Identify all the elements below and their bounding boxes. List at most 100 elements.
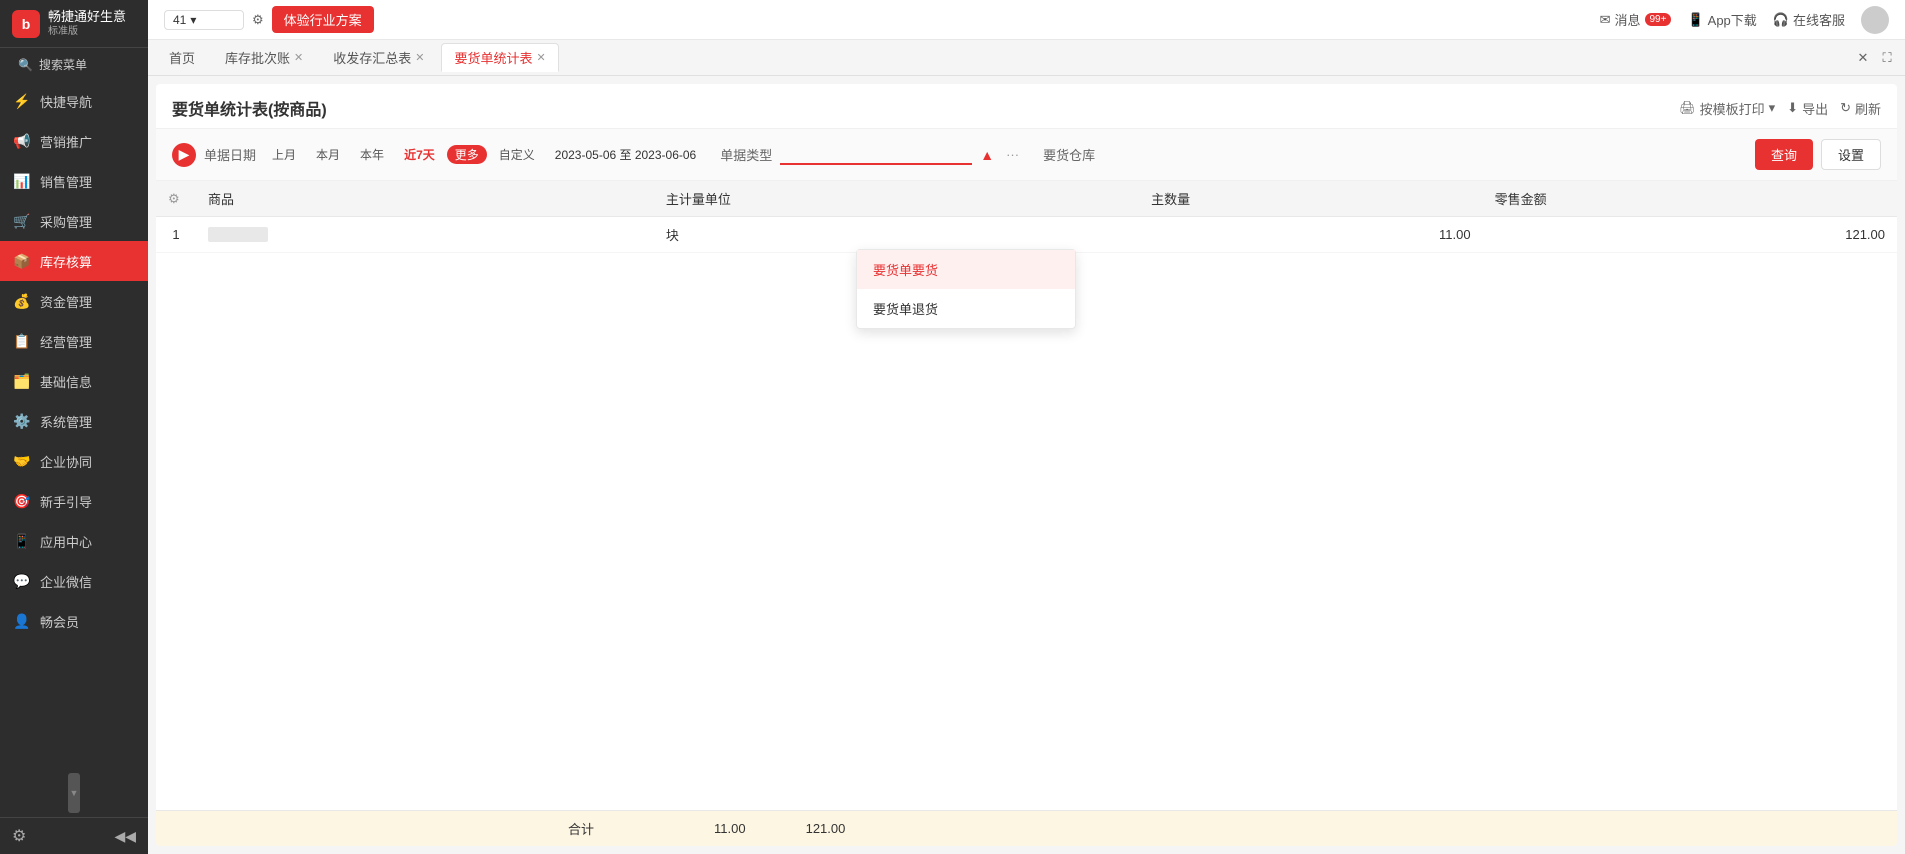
- app-center-label: 应用中心: [40, 532, 92, 551]
- filter-more-btn[interactable]: ···: [1006, 147, 1019, 162]
- refresh-btn[interactable]: ↻ 刷新: [1840, 99, 1881, 118]
- table-row: 1 块 11.00 121.00: [156, 217, 1897, 253]
- sidebar-item-system[interactable]: ⚙️ 系统管理: [0, 401, 148, 441]
- sidebar-item-wechat[interactable]: 💬企业微信: [0, 561, 148, 601]
- table-footer: 合计 11.00 121.00: [156, 810, 1897, 846]
- cooperation-label: 企业协同: [40, 452, 92, 471]
- sidebar-item-cooperation[interactable]: 🤝 企业协同: [0, 441, 148, 481]
- dropdown-item-order-goods[interactable]: 要货单要货: [857, 250, 1075, 289]
- purchase-icon: 🛒: [12, 211, 32, 231]
- sidebar-nav: ⚡快捷导航 📢 营销推广 📊销售管理 🛒 采购管理 📦库存核算💰资金管理📋经营管理🗂️基础信…: [0, 81, 148, 769]
- filter-expand-btn[interactable]: ▶: [172, 143, 196, 167]
- table-header-row: ⚙ 商品 主计量单位 主数量 零售金额: [156, 181, 1897, 217]
- app-download-btn[interactable]: 📱 App下载: [1687, 10, 1756, 29]
- search-menu-btn[interactable]: 🔍 搜索菜单: [0, 48, 148, 81]
- sidebar-item-quick-nav[interactable]: ⚡快捷导航: [0, 81, 148, 121]
- table-body: 1 块 11.00 121.00: [156, 217, 1897, 253]
- cooperation-icon: 🤝: [12, 451, 32, 471]
- purchase-label: 采购管理: [40, 212, 92, 231]
- tab-order-stats[interactable]: 要货单统计表 ✕: [441, 43, 558, 72]
- page-title: 要货单统计表(按商品): [172, 96, 327, 120]
- warehouse-label: 要货仓库: [1043, 145, 1095, 164]
- tab-order-stats-close[interactable]: ✕: [537, 51, 546, 64]
- date-this-year[interactable]: 本年: [352, 144, 392, 165]
- messages-label: 消息: [1614, 10, 1640, 29]
- system-icon: ⚙️: [12, 411, 32, 431]
- type-dropdown: 要货单要货 要货单退货: [856, 249, 1076, 329]
- row-amount: 121.00: [1483, 217, 1897, 253]
- inventory-icon: 📦: [12, 251, 32, 271]
- type-input[interactable]: [780, 144, 972, 165]
- date-this-month[interactable]: 本月: [308, 144, 348, 165]
- sidebar-item-purchase[interactable]: 🛒 采购管理: [0, 201, 148, 241]
- sidebar-scroll: ▼: [0, 769, 148, 817]
- print-chevron-icon: ▾: [1769, 100, 1776, 116]
- sidebar-item-basic-info[interactable]: 🗂️基础信息: [0, 361, 148, 401]
- settings-icon[interactable]: ⚙: [12, 826, 26, 846]
- filter-bar: ▶ 单据日期 上月 本月 本年 近7天 更多 自定义 2023-05-06 至 …: [156, 129, 1897, 181]
- tab-expand-btn[interactable]: ⛶: [1877, 48, 1897, 68]
- total-amount: 121.00: [806, 821, 846, 836]
- refresh-icon: ↻: [1840, 100, 1851, 116]
- print-icon: 🖨: [1679, 100, 1696, 116]
- export-btn[interactable]: ⬇ 导出: [1787, 99, 1828, 118]
- app-logo: b 畅捷通好生意 标准版: [0, 0, 148, 48]
- sidebar-item-sales[interactable]: 📊销售管理: [0, 161, 148, 201]
- guide-icon: 🎯: [12, 491, 32, 511]
- type-dropdown-toggle[interactable]: ▲: [980, 147, 994, 163]
- total-qty: 11.00: [714, 821, 746, 836]
- messages-btn[interactable]: ✉ 消息 99+: [1600, 10, 1672, 29]
- print-btn[interactable]: 🖨 按模板打印 ▾: [1679, 99, 1775, 118]
- tab-inventory-batch-close[interactable]: ✕: [294, 51, 303, 64]
- col-settings-icon[interactable]: ⚙: [168, 191, 180, 206]
- topbar: 41 ▾ ⚙ 体验行业方案 ✉ 消息 99+ 📱 App下载 🎧 在线客服: [148, 0, 1905, 40]
- date-custom[interactable]: 自定义: [491, 144, 543, 165]
- sidebar-item-marketing[interactable]: 📢 营销推广: [0, 121, 148, 161]
- marketing-label: 营销推广: [40, 132, 92, 151]
- dropdown-item-order-return[interactable]: 要货单退货: [857, 289, 1075, 328]
- logo-icon: b: [12, 10, 40, 38]
- type-label: 单据类型: [720, 145, 772, 164]
- operations-icon: 📋: [12, 331, 32, 351]
- tab-home[interactable]: 首页: [156, 43, 208, 72]
- sidebar-item-inventory[interactable]: 📦库存核算: [0, 241, 148, 281]
- date-more[interactable]: 更多: [447, 145, 487, 164]
- sidebar-item-operations[interactable]: 📋经营管理: [0, 321, 148, 361]
- date-range-display: 2023-05-06 至 2023-06-06: [555, 146, 696, 163]
- store-selector[interactable]: 41 ▾: [164, 10, 244, 30]
- mobile-icon: 📱: [1687, 12, 1703, 28]
- sidebar-item-app-center[interactable]: 📱应用中心: [0, 521, 148, 561]
- date-last-7[interactable]: 近7天: [396, 144, 443, 165]
- date-last-month[interactable]: 上月: [264, 144, 304, 165]
- data-table: ⚙ 商品 主计量单位 主数量 零售金额 1 块 11.00 121.00: [156, 181, 1897, 253]
- online-service-btn[interactable]: 🎧 在线客服: [1773, 10, 1845, 29]
- sales-icon: 📊: [12, 171, 32, 191]
- collapse-icon[interactable]: ◀◀: [114, 828, 136, 845]
- tab-receive-summary[interactable]: 收发存汇总表 ✕: [320, 43, 437, 72]
- promo-btn[interactable]: 体验行业方案: [272, 6, 374, 33]
- col-amount: 零售金额: [1483, 181, 1897, 217]
- gear-icon[interactable]: ⚙: [252, 12, 264, 28]
- filter-settings-btn[interactable]: 设置: [1821, 139, 1881, 170]
- sidebar-item-finance[interactable]: 💰资金管理: [0, 281, 148, 321]
- basic-info-label: 基础信息: [40, 372, 92, 391]
- tab-close-all-btn[interactable]: ✕: [1853, 48, 1873, 68]
- query-btn[interactable]: 查询: [1755, 139, 1813, 170]
- row-unit: 块: [654, 217, 1139, 253]
- content-area: 要货单统计表(按商品) 🖨 按模板打印 ▾ ⬇ 导出 ↻ 刷新: [148, 76, 1905, 854]
- tab-home-label: 首页: [169, 48, 195, 67]
- total-label: 合计: [568, 819, 594, 838]
- row-qty: 11.00: [1139, 217, 1483, 253]
- scroll-down-icon[interactable]: ▼: [68, 773, 80, 813]
- user-avatar[interactable]: [1861, 6, 1889, 34]
- tab-inventory-batch[interactable]: 库存批次账 ✕: [212, 43, 316, 72]
- app-name: 畅捷通好生意: [48, 9, 126, 26]
- sidebar-item-member[interactable]: 👤畅会员: [0, 601, 148, 641]
- sidebar-item-guide[interactable]: 🎯新手引导: [0, 481, 148, 521]
- date-shortcuts: 上月 本月 本年 近7天 更多 自定义: [264, 144, 543, 165]
- page-header: 要货单统计表(按商品) 🖨 按模板打印 ▾ ⬇ 导出 ↻ 刷新: [156, 84, 1897, 129]
- tab-receive-summary-close[interactable]: ✕: [415, 51, 424, 64]
- marketing-icon: 📢: [12, 131, 32, 151]
- col-unit: 主计量单位: [654, 181, 1139, 217]
- system-label: 系统管理: [40, 412, 92, 431]
